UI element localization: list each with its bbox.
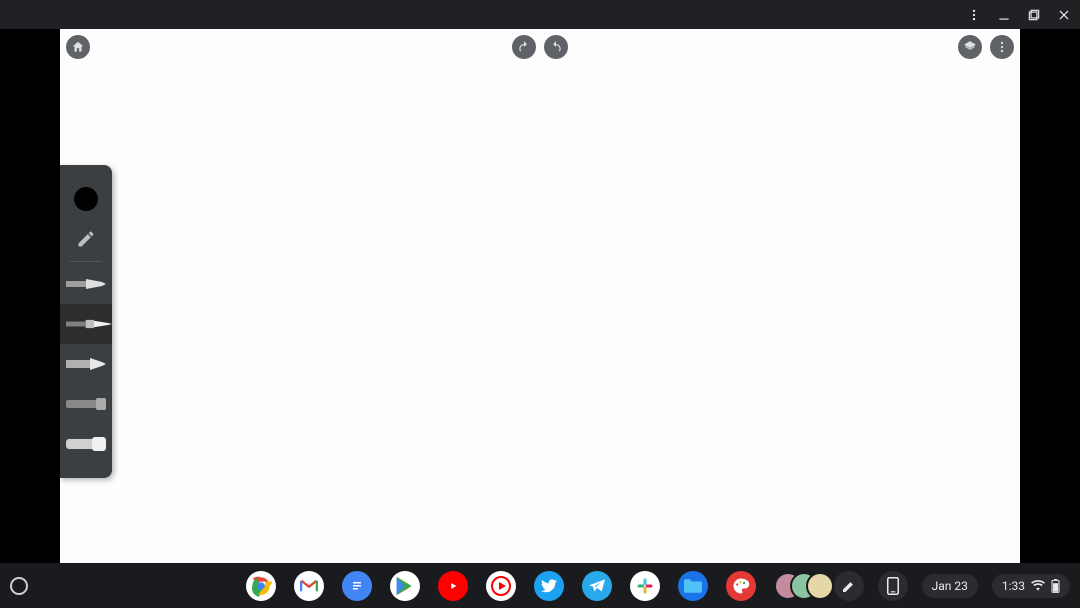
stylus-icon — [841, 578, 857, 594]
drawing-canvas-app — [60, 29, 1020, 563]
eraser-icon — [66, 437, 106, 451]
play-store-icon — [395, 575, 415, 597]
drawing-canvas[interactable] — [60, 29, 1020, 563]
youtube-music-icon — [488, 573, 514, 599]
stylus-tools-button[interactable] — [834, 571, 864, 601]
files-icon — [684, 579, 702, 593]
pen-nib-icon — [66, 276, 106, 292]
tool-pen-nib[interactable] — [60, 264, 112, 304]
tool-palette — [60, 165, 112, 478]
app-docs[interactable] — [342, 571, 372, 601]
telegram-icon — [589, 579, 605, 593]
gmail-icon — [300, 579, 318, 593]
slack-icon — [636, 577, 654, 595]
app-youtube-music[interactable] — [486, 571, 516, 601]
chrome-icon — [248, 573, 274, 599]
window-restore-button[interactable] — [1026, 7, 1042, 23]
app-gmail[interactable] — [294, 571, 324, 601]
app-youtube[interactable] — [438, 571, 468, 601]
app-play-store[interactable] — [390, 571, 420, 601]
phone-icon — [886, 577, 900, 595]
docs-icon — [350, 577, 364, 595]
tool-divider — [70, 261, 102, 262]
launcher-button[interactable] — [10, 577, 28, 595]
current-color-swatch — [74, 187, 98, 211]
tool-eraser[interactable] — [60, 424, 112, 464]
tool-marker[interactable] — [60, 344, 112, 384]
shelf-date[interactable]: Jan 23 — [922, 574, 978, 598]
app-twitter[interactable] — [534, 571, 564, 601]
window-close-button[interactable] — [1056, 7, 1072, 23]
marker-icon — [66, 356, 106, 372]
time-label: 1:33 — [1002, 579, 1025, 593]
app-telegram[interactable] — [582, 571, 612, 601]
wifi-icon — [1031, 580, 1045, 591]
window-title-bar — [0, 0, 1080, 29]
palette-icon — [732, 577, 750, 595]
tool-pencil[interactable] — [60, 219, 112, 259]
battery-icon — [1051, 579, 1060, 593]
twitter-icon — [541, 579, 557, 593]
brush-icon — [66, 316, 112, 332]
pencil-icon — [76, 229, 96, 249]
shelf-status-tray[interactable]: 1:33 — [992, 574, 1070, 598]
phone-hub-button[interactable] — [878, 571, 908, 601]
app-files[interactable] — [678, 571, 708, 601]
app-chrome[interactable] — [246, 571, 276, 601]
shelf-status-area: Jan 23 1:33 — [834, 571, 1070, 601]
youtube-icon — [446, 579, 460, 593]
window-menu-button[interactable] — [966, 7, 982, 23]
window-minimize-button[interactable] — [996, 7, 1012, 23]
charcoal-icon — [66, 398, 106, 410]
app-group[interactable] — [774, 572, 834, 600]
shelf-pinned-apps — [246, 571, 834, 601]
tool-charcoal[interactable] — [60, 384, 112, 424]
chromeos-shelf: Jan 23 1:33 — [0, 563, 1080, 608]
date-label: Jan 23 — [932, 579, 968, 593]
tool-brush[interactable] — [60, 304, 112, 344]
color-picker-button[interactable] — [60, 179, 112, 219]
app-slack[interactable] — [630, 571, 660, 601]
app-canvas[interactable] — [726, 571, 756, 601]
